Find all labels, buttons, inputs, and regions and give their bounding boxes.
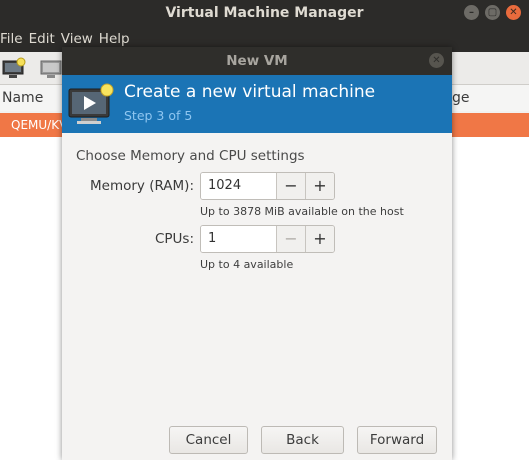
open-vm-icon[interactable] (40, 57, 62, 83)
dialog-close-button[interactable]: ✕ (429, 53, 444, 68)
cancel-button[interactable]: Cancel (169, 426, 248, 454)
memory-increment-button[interactable]: + (305, 173, 334, 199)
banner-title: Create a new virtual machine (124, 82, 376, 102)
cpus-increment-button[interactable]: + (305, 226, 334, 252)
cpus-stepper[interactable]: 1 − + (200, 225, 335, 253)
menu-file[interactable]: File (0, 31, 29, 47)
memory-hint: Up to 3878 MiB available on the host (200, 205, 404, 218)
new-vm-banner-icon (67, 83, 115, 131)
dialog-titlebar: New VM ✕ (62, 47, 452, 75)
memory-decrement-button[interactable]: − (276, 173, 305, 199)
menu-edit[interactable]: Edit (29, 31, 61, 47)
window-controls: – ▢ ✕ (464, 5, 521, 20)
memory-stepper[interactable]: 1024 − + (200, 172, 335, 200)
forward-button[interactable]: Forward (357, 426, 437, 454)
maximize-button[interactable]: ▢ (485, 5, 500, 20)
cpus-decrement-button[interactable]: − (276, 226, 305, 252)
back-button[interactable]: Back (261, 426, 344, 454)
cpus-input[interactable]: 1 (201, 226, 276, 252)
new-vm-dialog: New VM ✕ Create a new virtual machine St… (62, 47, 452, 460)
close-window-button[interactable]: ✕ (506, 5, 521, 20)
connection-label: QEMU/KV (11, 118, 68, 132)
menu-help[interactable]: Help (99, 31, 136, 47)
memory-label: Memory (RAM): (90, 178, 194, 194)
cpus-hint: Up to 4 available (200, 258, 294, 271)
column-name[interactable]: Name (2, 90, 43, 106)
main-window-titlebar: Virtual Machine Manager – ▢ ✕ (0, 0, 529, 26)
section-title: Choose Memory and CPU settings (76, 148, 305, 164)
minimize-button[interactable]: – (464, 5, 479, 20)
dialog-title: New VM (226, 53, 288, 69)
window-title: Virtual Machine Manager (165, 5, 364, 21)
wizard-banner: Create a new virtual machine Step 3 of 5 (62, 75, 452, 133)
banner-step: Step 3 of 5 (124, 108, 193, 123)
memory-input[interactable]: 1024 (201, 173, 276, 199)
cpus-label: CPUs: (154, 231, 194, 247)
menu-view[interactable]: View (61, 31, 99, 47)
new-vm-icon[interactable] (2, 57, 26, 83)
column-usage[interactable]: ge (452, 90, 470, 106)
